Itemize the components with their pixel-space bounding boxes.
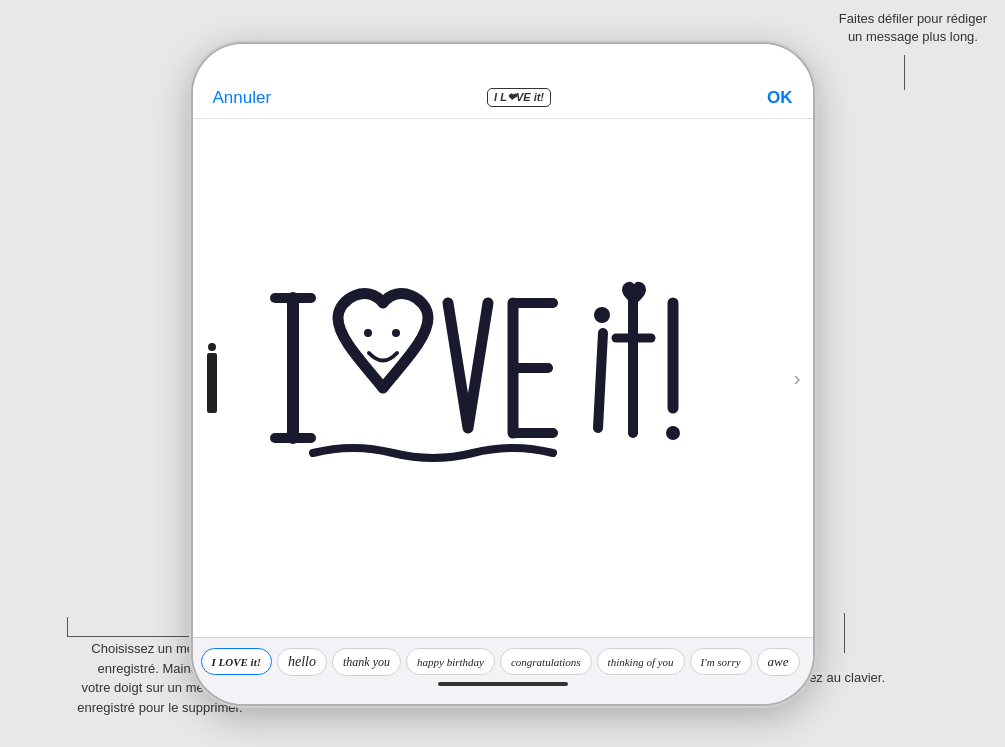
svg-point-0	[364, 329, 372, 337]
annotation-line-top-right	[904, 55, 906, 90]
top-bar-center: I L❤VE it!	[487, 88, 551, 107]
ok-button[interactable]: OK	[767, 88, 793, 108]
chip-congratulations[interactable]: congratulations	[500, 648, 592, 675]
chips-container: I LOVE it! hello thank you happy birthda…	[201, 646, 805, 678]
phone-frame: Annuler I L❤VE it! OK	[193, 44, 813, 704]
chip-hello[interactable]: hello	[277, 648, 327, 676]
annotation-line-bottom-right	[844, 613, 846, 653]
message-preview: I L❤VE it!	[487, 88, 551, 107]
pencil-tool-icon[interactable]	[207, 343, 217, 413]
bottom-chips-bar: I LOVE it! hello thank you happy birthda…	[193, 637, 813, 704]
chip-thankyou[interactable]: thank you	[332, 648, 401, 676]
cancel-button[interactable]: Annuler	[213, 88, 272, 108]
handwriting-display	[233, 238, 773, 518]
top-bar: Annuler I L❤VE it! OK	[193, 44, 813, 119]
annotation-top-right: Faites défiler pour rédigerun message pl…	[839, 10, 987, 46]
svg-point-2	[594, 307, 610, 323]
chip-imsorry[interactable]: I'm sorry	[690, 648, 752, 675]
svg-point-3	[666, 426, 680, 440]
chip-iloveit[interactable]: I LOVE it!	[201, 648, 273, 675]
svg-point-1	[392, 329, 400, 337]
drawing-canvas[interactable]: ›	[193, 119, 813, 637]
chip-awe[interactable]: awe	[757, 648, 800, 676]
home-indicator	[438, 682, 568, 686]
chip-happybirthday[interactable]: happy birthday	[406, 648, 495, 675]
app-screen: Annuler I L❤VE it! OK	[193, 44, 813, 704]
pencil-dot	[208, 343, 216, 351]
pencil-body	[207, 353, 217, 413]
scroll-right-chevron[interactable]: ›	[794, 366, 801, 389]
chip-thinkingofyou[interactable]: thinking of you	[597, 648, 685, 675]
